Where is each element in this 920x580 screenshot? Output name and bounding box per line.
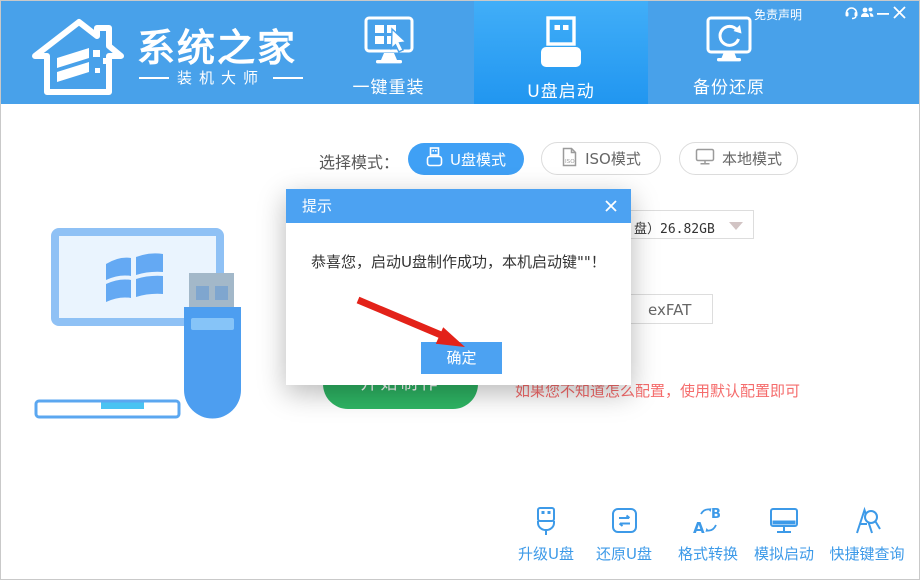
disclaimer-link[interactable]: 免责声明 xyxy=(754,6,802,23)
app-window: 系统之家 装机大师 一键重装 xyxy=(0,0,920,580)
svg-text:B: B xyxy=(711,507,721,522)
mode-option-label: U盘模式 xyxy=(450,149,506,170)
tool-format-convert[interactable]: A B 格式转换 xyxy=(668,505,748,564)
tool-label: 模拟启动 xyxy=(744,543,824,564)
tool-restore-usb[interactable]: 还原U盘 xyxy=(584,505,664,564)
brand-subtitle: 装机大师 xyxy=(139,67,303,88)
tip-dialog-message: 恭喜您，启动U盘制作成功，本机启动键""！ xyxy=(311,251,606,272)
user-group-icon[interactable] xyxy=(860,5,875,20)
monitor-icon xyxy=(695,147,715,170)
subtitle-dash-left xyxy=(139,77,169,79)
format-value: exFAT xyxy=(648,301,691,319)
format-convert-ab-icon: A B xyxy=(668,505,748,537)
subtitle-dash-right xyxy=(273,77,303,79)
brand-title: 系统之家 xyxy=(137,17,297,72)
tool-label: 格式转换 xyxy=(668,543,748,564)
mode-option-label: 本地模式 xyxy=(722,148,782,169)
hotkey-search-icon xyxy=(818,505,916,537)
tab-label: 一键重装 xyxy=(331,73,446,98)
tool-hotkey-lookup[interactable]: 快捷键查询 xyxy=(818,505,916,564)
close-icon[interactable] xyxy=(892,5,907,20)
customer-service-icon[interactable] xyxy=(844,5,859,20)
tip-dialog: 提示 恭喜您，启动U盘制作成功，本机启动键""！ 确定 xyxy=(286,189,631,385)
header-bar: 系统之家 装机大师 一键重装 xyxy=(1,1,919,104)
brand-logo-house-icon xyxy=(27,10,127,96)
mode-option-local[interactable]: 本地模式 xyxy=(679,142,798,175)
tab-usb-boot[interactable]: U盘启动 xyxy=(474,1,648,104)
ok-button[interactable]: 确定 xyxy=(421,342,502,374)
svg-text:ISO: ISO xyxy=(565,159,575,165)
triangle-down-icon xyxy=(729,222,743,230)
tab-onekey-reinstall[interactable]: 一键重装 xyxy=(331,1,446,104)
close-icon[interactable] xyxy=(603,198,619,214)
usb-plug-icon xyxy=(506,505,586,537)
mode-select-label: 选择模式： xyxy=(319,149,399,173)
monitor-boot-icon xyxy=(744,505,824,537)
iso-file-icon: ISO xyxy=(561,147,578,171)
tip-dialog-header: 提示 xyxy=(286,189,631,223)
tab-label: 备份还原 xyxy=(667,73,791,98)
usb-icon xyxy=(426,147,443,171)
laptop-usb-illustration xyxy=(31,216,261,425)
mode-option-label: ISO模式 xyxy=(585,148,641,169)
monitor-restore-icon xyxy=(667,15,791,69)
device-select-value: 盘）26.82GB xyxy=(634,218,715,237)
tab-label: U盘启动 xyxy=(474,77,648,102)
tool-label: 还原U盘 xyxy=(584,543,664,564)
minimize-icon[interactable] xyxy=(876,5,891,20)
tip-dialog-title: 提示 xyxy=(302,189,332,223)
usb-drive-icon xyxy=(474,15,648,73)
mode-option-iso[interactable]: ISO ISO模式 xyxy=(541,142,661,175)
tool-upgrade-usb[interactable]: 升级U盘 xyxy=(506,505,586,564)
restore-swap-icon xyxy=(584,505,664,537)
monitor-windows-cursor-icon xyxy=(331,15,446,69)
mode-option-usb[interactable]: U盘模式 xyxy=(408,143,524,175)
tool-label: 升级U盘 xyxy=(506,543,586,564)
svg-text:A: A xyxy=(693,519,705,537)
tool-label: 快捷键查询 xyxy=(818,543,916,564)
tool-simulate-boot[interactable]: 模拟启动 xyxy=(744,505,824,564)
